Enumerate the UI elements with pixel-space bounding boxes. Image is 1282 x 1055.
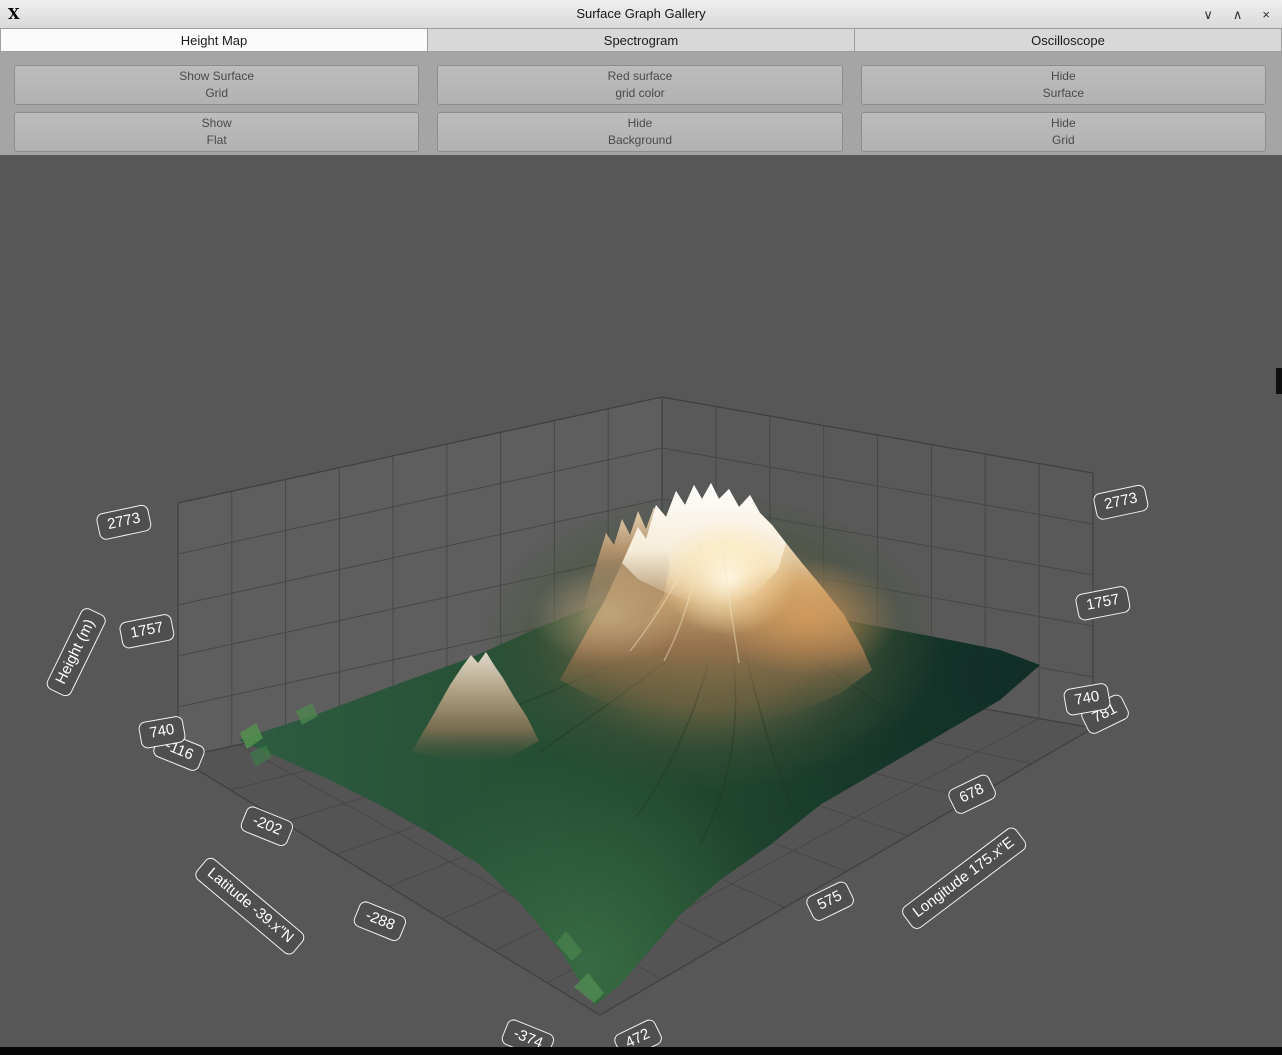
button-label: Background [608, 132, 672, 149]
maximize-window-icon[interactable]: ∧ [1233, 8, 1243, 21]
shade-window-icon[interactable]: ∨ [1203, 8, 1213, 21]
window-edge-notch [1276, 368, 1282, 394]
button-label: grid color [615, 85, 664, 102]
toolbar-row-1: Show Surface Grid Red surface grid color… [14, 65, 1266, 105]
height-map-panel: Show Surface Grid Red surface grid color… [0, 52, 1282, 1055]
button-label: Red surface [608, 68, 673, 85]
show-flat-button[interactable]: Show Flat [14, 112, 419, 152]
toolbar: Show Surface Grid Red surface grid color… [14, 65, 1266, 152]
button-label: Hide [1051, 115, 1076, 132]
bottom-black-bar [0, 1047, 1282, 1055]
show-surface-grid-button[interactable]: Show Surface Grid [14, 65, 419, 105]
surface-graph-view[interactable]: 2773 1757 -116 740 2773 1757 781 740 -20… [0, 155, 1282, 1047]
button-label: Show Surface [179, 68, 254, 85]
button-label: Grid [1052, 132, 1075, 149]
hide-grid-button[interactable]: Hide Grid [861, 112, 1266, 152]
button-label: Show [202, 115, 232, 132]
button-label: Flat [207, 132, 227, 149]
button-label: Hide [628, 115, 653, 132]
tab-bar: Height Map Spectrogram Oscilloscope [0, 28, 1282, 52]
surface-grid-color-button[interactable]: Red surface grid color [437, 65, 842, 105]
button-label: Surface [1043, 85, 1084, 102]
titlebar: X Surface Graph Gallery ∨ ∧ × [0, 0, 1282, 29]
tab-spectrogram[interactable]: Spectrogram [427, 28, 855, 52]
window-title: Surface Graph Gallery [0, 0, 1282, 28]
hide-surface-button[interactable]: Hide Surface [861, 65, 1266, 105]
button-label: Grid [205, 85, 228, 102]
button-label: Hide [1051, 68, 1076, 85]
window-controls: ∨ ∧ × [1203, 0, 1270, 28]
tab-oscilloscope[interactable]: Oscilloscope [854, 28, 1282, 52]
close-window-icon[interactable]: × [1262, 8, 1270, 21]
toolbar-row-2: Show Flat Hide Background Hide Grid [14, 112, 1266, 152]
hide-background-button[interactable]: Hide Background [437, 112, 842, 152]
tab-height-map[interactable]: Height Map [0, 28, 428, 52]
